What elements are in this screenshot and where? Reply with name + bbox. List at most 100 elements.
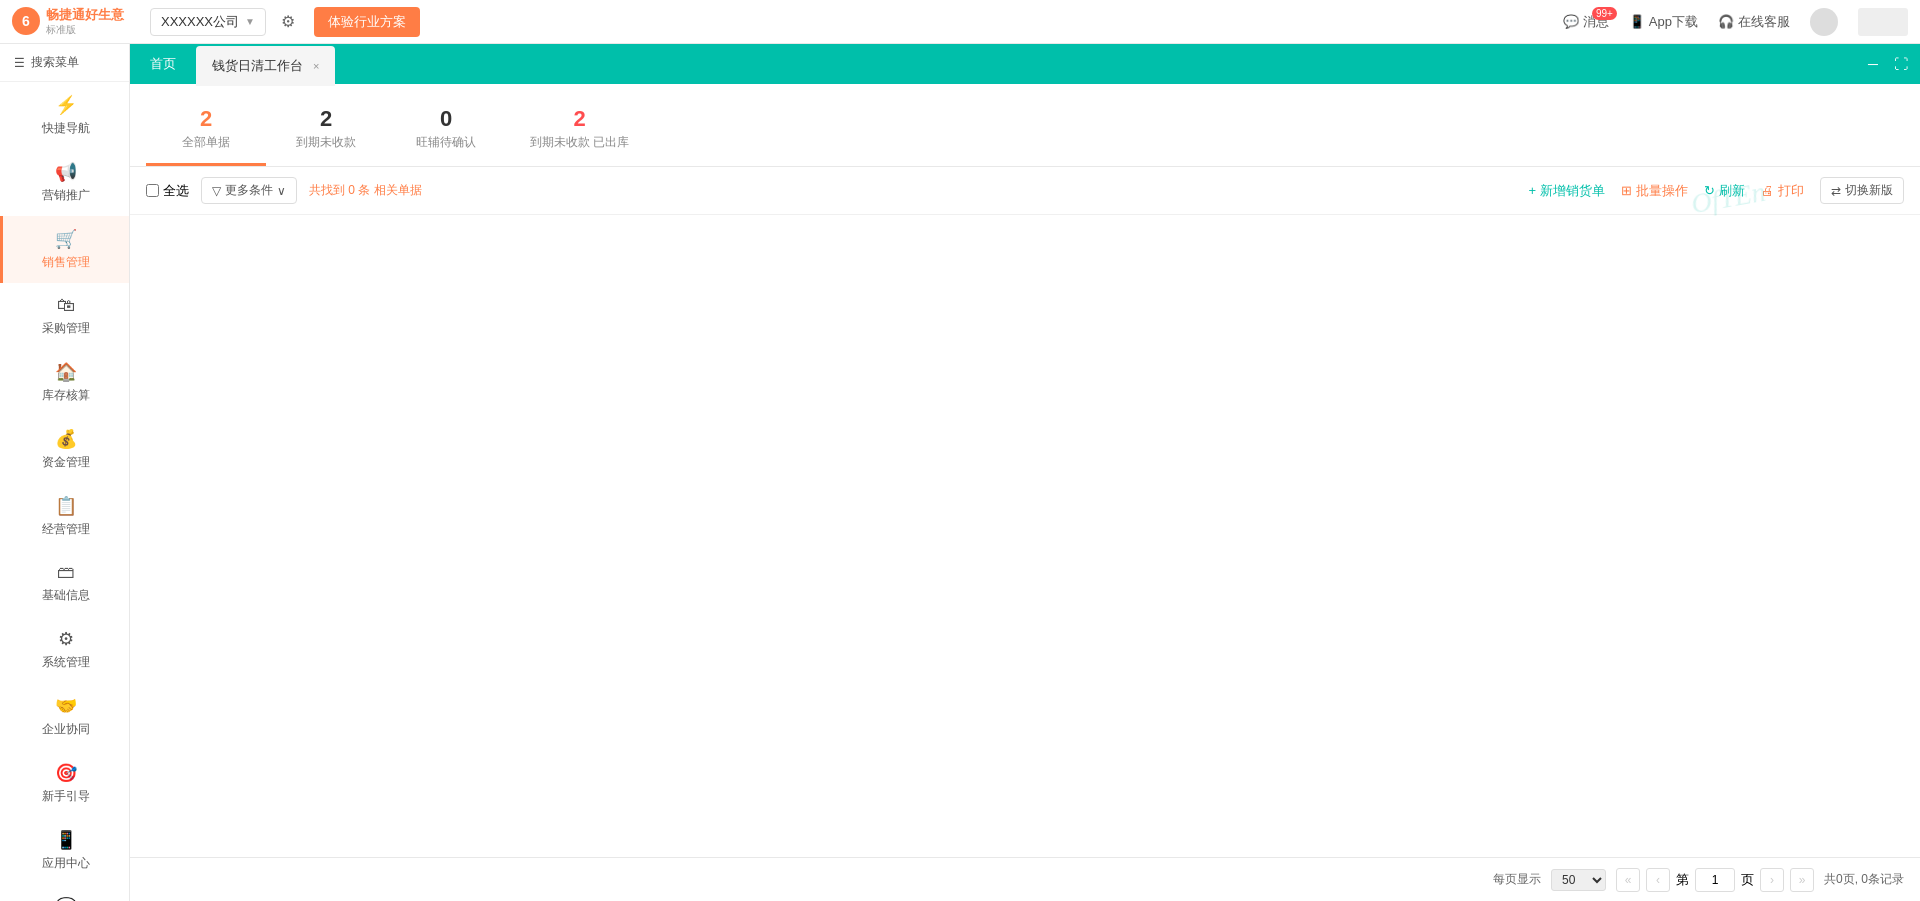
tab-active-label: 钱货日清工作台 bbox=[212, 57, 303, 75]
finance-icon: 💰 bbox=[55, 428, 77, 450]
stat-label-all: 全部单据 bbox=[170, 134, 242, 151]
quicknav-icon: ⚡ bbox=[55, 94, 77, 116]
app-download-label: App下载 bbox=[1649, 13, 1698, 31]
logo-icon: 6 bbox=[12, 7, 40, 35]
main-layout: ☰ 搜索菜单 ⚡ 快捷导航 📢 营销推广 🛒 销售管理 🛍 采购管理 🏠 库存核… bbox=[0, 44, 1920, 901]
search-menu-label: 搜索菜单 bbox=[31, 54, 79, 71]
service-icon: 🎧 bbox=[1718, 14, 1734, 29]
add-icon: + bbox=[1528, 183, 1536, 198]
messages-button[interactable]: 💬 消息 99+ bbox=[1563, 13, 1609, 31]
sidebar-item-finance[interactable]: 💰 资金管理 bbox=[0, 416, 129, 483]
quicknav-label: 快捷导航 bbox=[42, 120, 90, 137]
filter-label: 更多条件 bbox=[225, 182, 273, 199]
batch-operation-button[interactable]: ⊞ 批量操作 bbox=[1621, 182, 1688, 200]
page-size-select[interactable]: 50 100 200 bbox=[1551, 869, 1606, 891]
stat-count-wangfu: 0 bbox=[410, 106, 482, 132]
guide-icon: 🎯 bbox=[55, 762, 77, 784]
switch-icon: ⇄ bbox=[1831, 184, 1841, 198]
sidebar-item-marketing[interactable]: 📢 营销推广 bbox=[0, 149, 129, 216]
tab-bar-right: ─ ⛶ bbox=[1864, 54, 1920, 74]
total-info: 共0页, 0条记录 bbox=[1824, 871, 1904, 888]
print-label: 打印 bbox=[1778, 182, 1804, 200]
sidebar-item-appstore[interactable]: 📱 应用中心 bbox=[0, 817, 129, 884]
sidebar-item-sales[interactable]: 🛒 销售管理 bbox=[0, 216, 129, 283]
tab-maximize-button[interactable]: ⛶ bbox=[1890, 54, 1912, 74]
stat-label-wangfu: 旺辅待确认 bbox=[410, 134, 482, 151]
page-first-button[interactable]: « bbox=[1616, 868, 1640, 892]
sales-label: 销售管理 bbox=[42, 254, 90, 271]
sidebar-item-system[interactable]: ⚙ 系统管理 bbox=[0, 616, 129, 683]
logo-sub-text: 标准版 bbox=[46, 23, 124, 36]
sidebar-item-guide[interactable]: 🎯 新手引导 bbox=[0, 750, 129, 817]
company-selector[interactable]: XXXXXX公司 ▼ bbox=[150, 8, 266, 36]
sidebar-item-quicknav[interactable]: ⚡ 快捷导航 bbox=[0, 82, 129, 149]
finance-label: 资金管理 bbox=[42, 454, 90, 471]
operations-label: 经营管理 bbox=[42, 521, 90, 538]
sales-icon: 🛒 bbox=[55, 228, 77, 250]
refresh-button[interactable]: ↻ 刷新 bbox=[1704, 182, 1745, 200]
page-label-pre: 第 bbox=[1676, 871, 1689, 889]
avatar[interactable] bbox=[1810, 8, 1838, 36]
add-sales-order-button[interactable]: + 新增销货单 bbox=[1528, 182, 1605, 200]
stat-count-all: 2 bbox=[170, 106, 242, 132]
company-dropdown-arrow: ▼ bbox=[245, 16, 255, 27]
stat-tab-all[interactable]: 2 全部单据 bbox=[146, 96, 266, 166]
tab-minimize-button[interactable]: ─ bbox=[1864, 54, 1882, 74]
page-input[interactable] bbox=[1695, 868, 1735, 892]
appstore-label: 应用中心 bbox=[42, 855, 90, 872]
table-area bbox=[130, 215, 1920, 857]
tab-home[interactable]: 首页 bbox=[130, 44, 196, 84]
page-next-button[interactable]: › bbox=[1760, 868, 1784, 892]
inventory-icon: 🏠 bbox=[55, 361, 77, 383]
sidebar-item-enterprise[interactable]: 🤝 企业协同 bbox=[0, 683, 129, 750]
logo-main-text: 畅捷通好生意 bbox=[46, 7, 124, 24]
marketing-icon: 📢 bbox=[55, 161, 77, 183]
stat-tab-overdue[interactable]: 2 到期未收款 bbox=[266, 96, 386, 166]
filter-button[interactable]: ▽ 更多条件 ∨ bbox=[201, 177, 297, 204]
stat-count-shipped: 2 bbox=[530, 106, 629, 132]
company-name: XXXXXX公司 bbox=[161, 13, 239, 31]
refresh-icon: ↻ bbox=[1704, 183, 1715, 198]
trial-button[interactable]: 体验行业方案 bbox=[314, 7, 420, 37]
sidebar-item-search[interactable]: ☰ 搜索菜单 bbox=[0, 44, 129, 82]
batch-label: 批量操作 bbox=[1636, 182, 1688, 200]
settings-button[interactable]: ⚙ bbox=[274, 8, 302, 36]
tab-close-button[interactable]: × bbox=[313, 60, 319, 72]
page-nav: « ‹ 第 页 › » bbox=[1616, 868, 1814, 892]
pagination: 每页显示 50 100 200 « ‹ 第 页 › » bbox=[130, 857, 1920, 901]
stat-tab-shipped[interactable]: 2 到期未收款 已出库 bbox=[506, 96, 653, 166]
user-name-placeholder[interactable] bbox=[1858, 8, 1908, 36]
batch-icon: ⊞ bbox=[1621, 183, 1632, 198]
operations-icon: 📋 bbox=[55, 495, 77, 517]
tab-active[interactable]: 钱货日清工作台 × bbox=[196, 46, 335, 86]
marketing-label: 营销推广 bbox=[42, 187, 90, 204]
search-icon: ☰ bbox=[14, 56, 25, 70]
found-count: 共找到 0 条 相关单据 bbox=[309, 182, 422, 199]
page-last-button[interactable]: » bbox=[1790, 868, 1814, 892]
page-inner: 2 全部单据 2 到期未收款 0 旺辅待确认 2 到期未收款 已出库 bbox=[130, 84, 1920, 901]
app-download-button[interactable]: 📱 App下载 bbox=[1629, 13, 1698, 31]
tab-bar: 首页 钱货日清工作台 × ─ ⛶ bbox=[130, 44, 1920, 84]
online-service-button[interactable]: 🎧 在线客服 bbox=[1718, 13, 1790, 31]
switch-label: 切换新版 bbox=[1845, 182, 1893, 199]
stat-tab-wangfu[interactable]: 0 旺辅待确认 bbox=[386, 96, 506, 166]
sidebar-item-inventory[interactable]: 🏠 库存核算 bbox=[0, 349, 129, 416]
select-all-checkbox[interactable]: 全选 bbox=[146, 182, 189, 200]
sidebar-item-basic[interactable]: 🗃 基础信息 bbox=[0, 550, 129, 616]
stat-count-overdue: 2 bbox=[290, 106, 362, 132]
switch-version-button[interactable]: ⇄ 切换新版 bbox=[1820, 177, 1904, 204]
toolbar-right: + 新增销货单 ⊞ 批量操作 ↻ 刷新 🖨 打 bbox=[1528, 177, 1904, 204]
print-button[interactable]: 🖨 打印 bbox=[1761, 182, 1804, 200]
weixin-icon: 💬 bbox=[55, 896, 77, 901]
sidebar-item-operations[interactable]: 📋 经营管理 bbox=[0, 483, 129, 550]
basic-icon: 🗃 bbox=[57, 562, 75, 583]
enterprise-icon: 🤝 bbox=[55, 695, 77, 717]
tab-home-label: 首页 bbox=[150, 55, 176, 73]
found-count-value: 0 bbox=[348, 183, 355, 197]
sidebar-item-purchase[interactable]: 🛍 采购管理 bbox=[0, 283, 129, 349]
page-prev-button[interactable]: ‹ bbox=[1646, 868, 1670, 892]
top-header: 6 畅捷通好生意 标准版 XXXXXX公司 ▼ ⚙ 体验行业方案 💬 消息 99… bbox=[0, 0, 1920, 44]
checkbox-input[interactable] bbox=[146, 184, 159, 197]
stats-tabs: 2 全部单据 2 到期未收款 0 旺辅待确认 2 到期未收款 已出库 bbox=[130, 84, 1920, 167]
sidebar-item-weixin[interactable]: 💬 企业微信 bbox=[0, 884, 129, 901]
